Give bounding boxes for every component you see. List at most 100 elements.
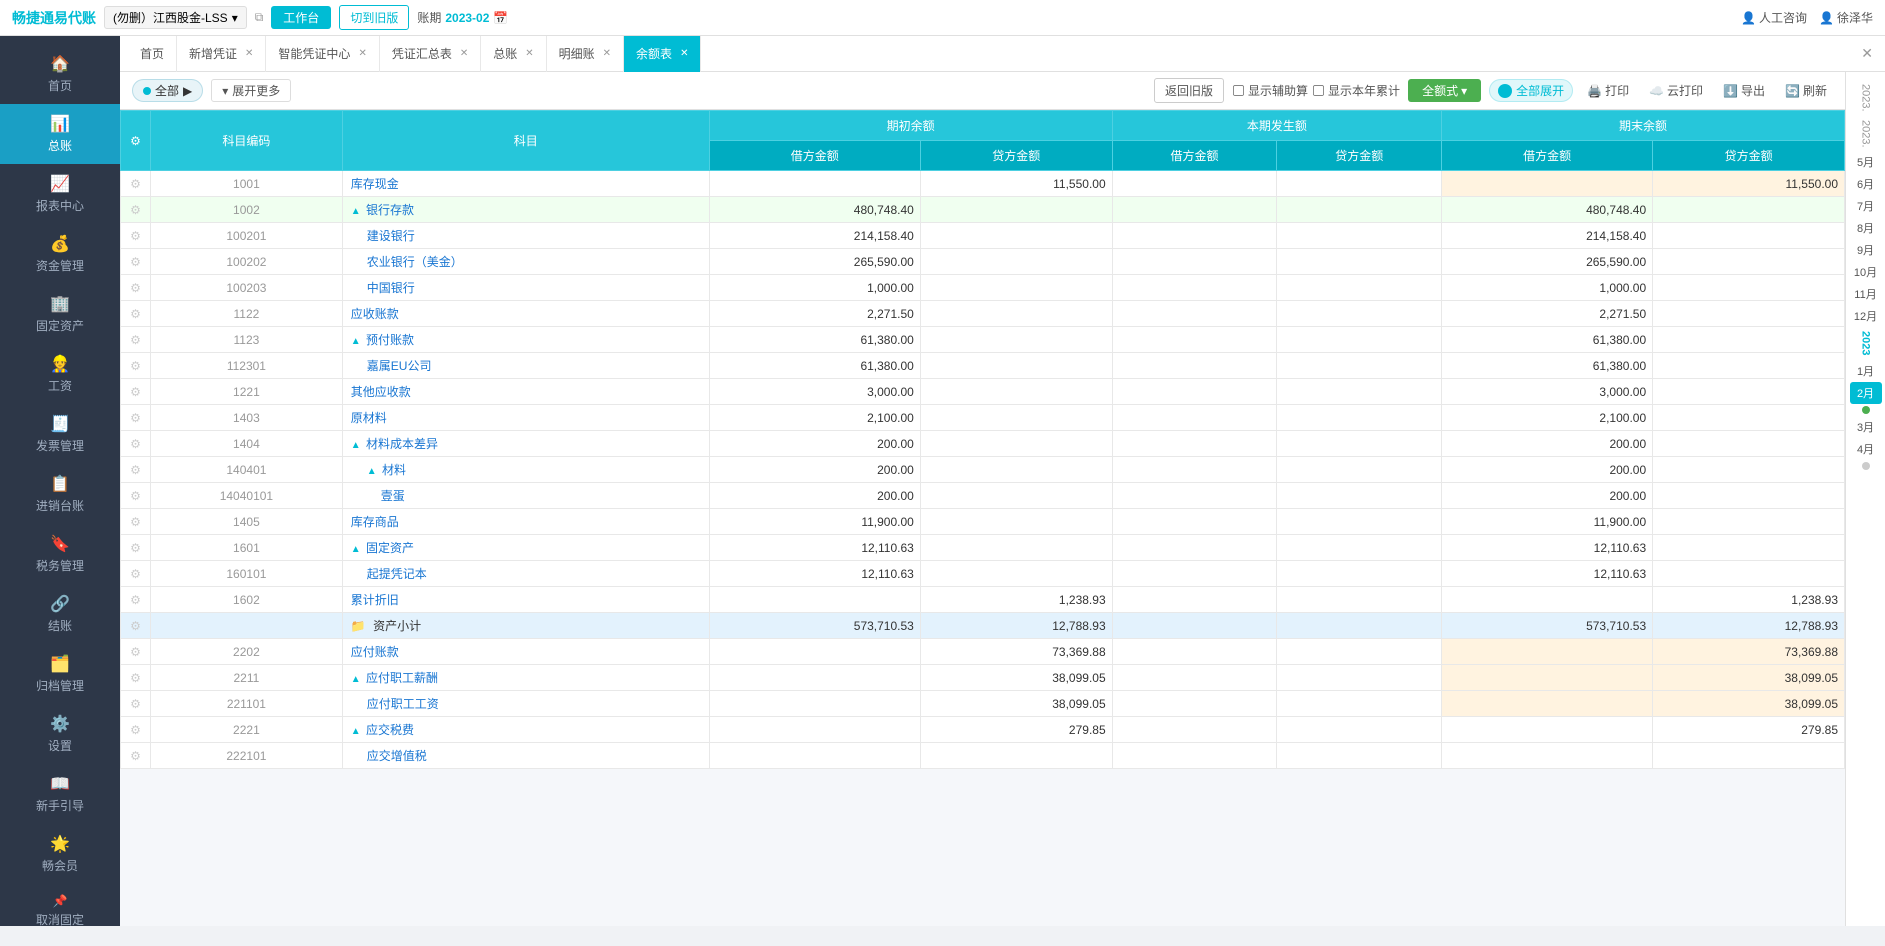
row-name-link[interactable]: 建设银行	[367, 229, 415, 243]
expand-row-icon[interactable]: ▲	[351, 544, 361, 555]
right-month-11[interactable]: 11月	[1850, 283, 1882, 305]
show-auxiliary-checkbox[interactable]	[1233, 85, 1244, 96]
expand-row-icon[interactable]: ▲	[351, 206, 361, 217]
gear-cell[interactable]: ⚙	[121, 405, 151, 431]
sidebar-item-settings[interactable]: ⚙️ 设置	[0, 704, 120, 764]
right-month-10[interactable]: 10月	[1850, 261, 1882, 283]
tab-home[interactable]: 首页	[128, 36, 177, 72]
close-smart-voucher-icon[interactable]: ✕	[358, 48, 366, 59]
close-all-tabs-button[interactable]: ✕	[1857, 41, 1877, 66]
row-name-link[interactable]: 起提凭记本	[367, 567, 427, 581]
gear-cell[interactable]: ⚙	[121, 691, 151, 717]
gear-cell[interactable]: ⚙	[121, 249, 151, 275]
right-month-8[interactable]: 8月	[1850, 217, 1882, 239]
tab-voucher-summary[interactable]: 凭证汇总表 ✕	[380, 36, 481, 72]
cloud-print-button[interactable]: ☁️ 云打印	[1643, 80, 1709, 101]
row-name-link[interactable]: 应交税费	[366, 723, 414, 737]
sidebar-item-funds[interactable]: 💰 资金管理	[0, 224, 120, 284]
close-new-voucher-icon[interactable]: ✕	[245, 48, 253, 59]
right-month-7[interactable]: 7月	[1850, 195, 1882, 217]
right-month-4[interactable]: 4月	[1850, 438, 1882, 460]
gear-cell[interactable]: ⚙	[121, 717, 151, 743]
gear-cell[interactable]: ⚙	[121, 431, 151, 457]
export-button[interactable]: ⬇️ 导出	[1717, 80, 1771, 101]
sidebar-item-home[interactable]: 🏠 首页	[0, 44, 120, 104]
expand-all-toggle[interactable]: 全部展开	[1489, 79, 1573, 102]
row-name-link[interactable]: 库存现金	[351, 177, 399, 191]
filter-all-button[interactable]: 全部 ▶	[132, 79, 203, 102]
expand-row-icon[interactable]: ▲	[351, 336, 361, 347]
gear-cell[interactable]: ⚙	[121, 223, 151, 249]
gear-cell[interactable]: ⚙	[121, 561, 151, 587]
gear-cell[interactable]: ⚙	[121, 301, 151, 327]
workbench-button[interactable]: 工作台	[271, 6, 331, 29]
sidebar-item-tax[interactable]: 🔖 税务管理	[0, 524, 120, 584]
show-ytd-checkbox-label[interactable]: 显示本年累计	[1312, 82, 1400, 99]
gear-cell[interactable]: ⚙	[121, 509, 151, 535]
close-detail-ledger-icon[interactable]: ✕	[603, 48, 611, 59]
row-name-link[interactable]: 材料成本差异	[366, 437, 438, 451]
row-name-link[interactable]: 应交增值税	[367, 749, 427, 763]
tab-detail-ledger[interactable]: 明细账 ✕	[547, 36, 624, 72]
gear-cell[interactable]: ⚙	[121, 587, 151, 613]
gear-cell[interactable]: ⚙	[121, 275, 151, 301]
gear-cell[interactable]: ⚙	[121, 327, 151, 353]
return-old-button[interactable]: 返回旧版	[1154, 78, 1224, 103]
gear-cell[interactable]: ⚙	[121, 197, 151, 223]
row-name-link[interactable]: 壹蛋	[381, 489, 405, 503]
right-month-9[interactable]: 9月	[1850, 239, 1882, 261]
gear-cell[interactable]: ⚙	[121, 743, 151, 769]
row-name-link[interactable]: 累计折旧	[351, 593, 399, 607]
gear-cell[interactable]: ⚙	[121, 379, 151, 405]
expand-row-icon[interactable]: ▲	[351, 674, 361, 685]
row-name-link[interactable]: 嘉属EU公司	[367, 359, 432, 373]
switch-old-button[interactable]: 切到旧版	[339, 5, 409, 30]
row-name-link[interactable]: 应付职工工资	[367, 697, 439, 711]
expand-more-button[interactable]: ▾ 展开更多	[211, 79, 291, 102]
gear-cell[interactable]: ⚙	[121, 613, 151, 639]
sidebar-item-ledger[interactable]: 📊 总账	[0, 104, 120, 164]
close-balance-sheet-icon[interactable]: ✕	[680, 48, 688, 59]
company-selector[interactable]: (勿删）江西股金-LSS ▾	[104, 6, 247, 29]
gear-cell[interactable]: ⚙	[121, 665, 151, 691]
right-month-12[interactable]: 12月	[1850, 305, 1882, 327]
row-name-link[interactable]: 其他应收款	[351, 385, 411, 399]
show-auxiliary-checkbox-label[interactable]: 显示辅助算	[1232, 82, 1308, 99]
gear-cell[interactable]: ⚙	[121, 353, 151, 379]
close-voucher-summary-icon[interactable]: ✕	[460, 48, 468, 59]
right-month-6[interactable]: 6月	[1850, 173, 1882, 195]
expand-row-icon[interactable]: ▲	[351, 440, 361, 451]
right-month-1[interactable]: 1月	[1850, 360, 1882, 382]
row-name-link[interactable]: 应收账款	[351, 307, 399, 321]
sidebar-item-newbie[interactable]: 📖 新手引导	[0, 764, 120, 824]
gear-cell[interactable]: ⚙	[121, 457, 151, 483]
tab-balance-sheet[interactable]: 余额表 ✕	[624, 36, 701, 72]
sidebar-item-payroll[interactable]: 👷 工资	[0, 344, 120, 404]
right-month-2[interactable]: 2月	[1850, 382, 1882, 404]
expand-row-icon[interactable]: ▲	[367, 466, 377, 477]
tab-new-voucher[interactable]: 新增凭证 ✕	[177, 36, 266, 72]
gear-cell[interactable]: ⚙	[121, 483, 151, 509]
expand-row-icon[interactable]: ▲	[351, 726, 361, 737]
sidebar-item-invoice[interactable]: 🧾 发票管理	[0, 404, 120, 464]
calendar-icon[interactable]: 📅	[493, 11, 508, 25]
row-name-link[interactable]: 应付职工薪酬	[366, 671, 438, 685]
row-name-link[interactable]: 农业银行（美金）	[367, 255, 463, 269]
tab-general-ledger[interactable]: 总账 ✕	[481, 36, 546, 72]
right-month-5[interactable]: 5月	[1850, 151, 1882, 173]
copy-icon[interactable]: ⧉	[255, 10, 264, 25]
sidebar-item-unpin[interactable]: 📌 取消固定	[0, 884, 120, 938]
sidebar-item-close[interactable]: 🔗 结账	[0, 584, 120, 644]
sidebar-item-member[interactable]: 🌟 畅会员	[0, 824, 120, 884]
print-button[interactable]: 🖨️ 打印	[1581, 80, 1635, 101]
tab-smart-voucher[interactable]: 智能凭证中心 ✕	[266, 36, 379, 72]
sidebar-item-sales[interactable]: 📋 进销台账	[0, 464, 120, 524]
user-button[interactable]: 👤 徐泽华	[1819, 9, 1873, 26]
consult-button[interactable]: 👤 人工咨询	[1741, 9, 1807, 26]
close-general-ledger-icon[interactable]: ✕	[525, 48, 533, 59]
row-name-link[interactable]: 应付账款	[351, 645, 399, 659]
sidebar-item-archive[interactable]: 🗂️ 归档管理	[0, 644, 120, 704]
sidebar-item-assets[interactable]: 🏢 固定资产	[0, 284, 120, 344]
row-name-link[interactable]: 中国银行	[367, 281, 415, 295]
gear-cell[interactable]: ⚙	[121, 639, 151, 665]
